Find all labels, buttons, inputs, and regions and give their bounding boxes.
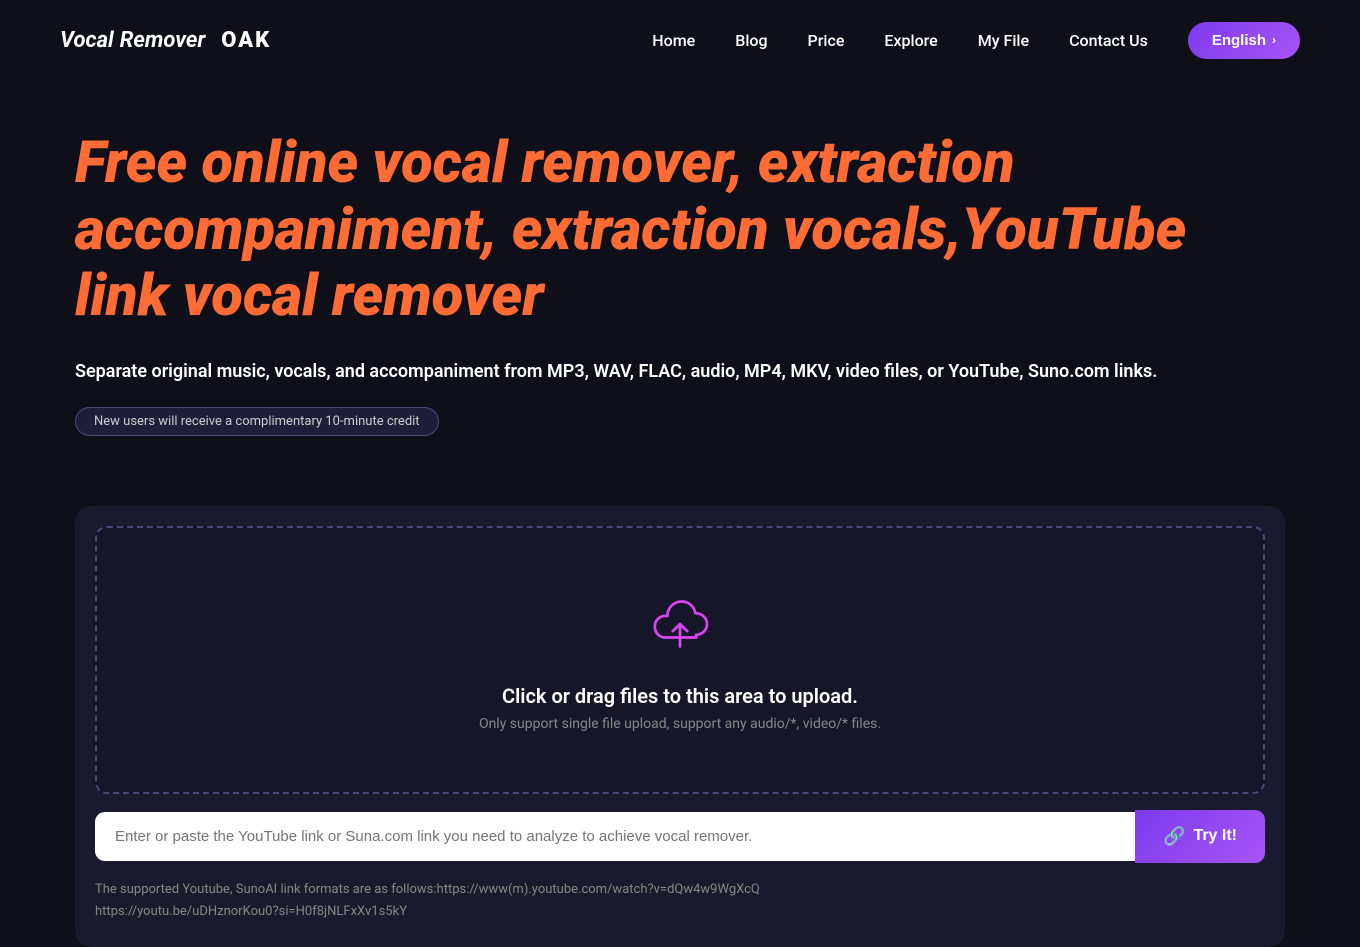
nav-contact-us[interactable]: Contact Us — [1069, 31, 1148, 50]
hero-title: Free online vocal remover, extraction ac… — [75, 130, 1275, 330]
link-format-line1: The supported Youtube, SunoAI link forma… — [95, 879, 1265, 901]
chevron-right-icon: › — [1272, 33, 1276, 47]
nav-blog[interactable]: Blog — [735, 31, 767, 50]
try-button-label: Try It! — [1193, 827, 1237, 845]
language-button[interactable]: English › — [1188, 22, 1300, 59]
dropzone-title: Click or drag files to this area to uplo… — [117, 684, 1243, 708]
hero-description: Separate original music, vocals, and acc… — [75, 358, 1285, 387]
link-formats-info: The supported Youtube, SunoAI link forma… — [95, 863, 1265, 927]
promo-badge: New users will receive a complimentary 1… — [75, 407, 439, 436]
logo[interactable]: Vocal Remover OAK — [60, 28, 271, 53]
logo-vocal: Vocal — [60, 28, 114, 53]
nav-my-file[interactable]: My File — [978, 31, 1029, 50]
hero-section: Free online vocal remover, extraction ac… — [0, 80, 1360, 506]
link-format-line2: https://youtu.be/uDHznorKou0?si=H0f8jNLF… — [95, 901, 1265, 923]
try-button[interactable]: 🔗 Try It! — [1135, 810, 1265, 863]
navbar: Vocal Remover OAK Home Blog Price Explor… — [0, 0, 1360, 80]
logo-remover: Remover — [120, 28, 206, 53]
url-input-row: 🔗 Try It! — [95, 810, 1265, 863]
url-input[interactable] — [95, 812, 1135, 861]
nav-price[interactable]: Price — [808, 31, 845, 50]
nav-explore[interactable]: Explore — [884, 31, 937, 50]
upload-dropzone[interactable]: Click or drag files to this area to uplo… — [95, 526, 1265, 794]
upload-container: Click or drag files to this area to uplo… — [75, 506, 1285, 947]
language-label: English — [1212, 32, 1266, 49]
dropzone-subtitle: Only support single file upload, support… — [117, 716, 1243, 732]
logo-oak: OAK — [221, 28, 271, 53]
link-icon: 🔗 — [1163, 826, 1185, 847]
nav-home[interactable]: Home — [652, 31, 695, 50]
nav-links: Home Blog Price Explore My File Contact … — [652, 31, 1148, 50]
cloud-upload-icon — [117, 588, 1243, 664]
